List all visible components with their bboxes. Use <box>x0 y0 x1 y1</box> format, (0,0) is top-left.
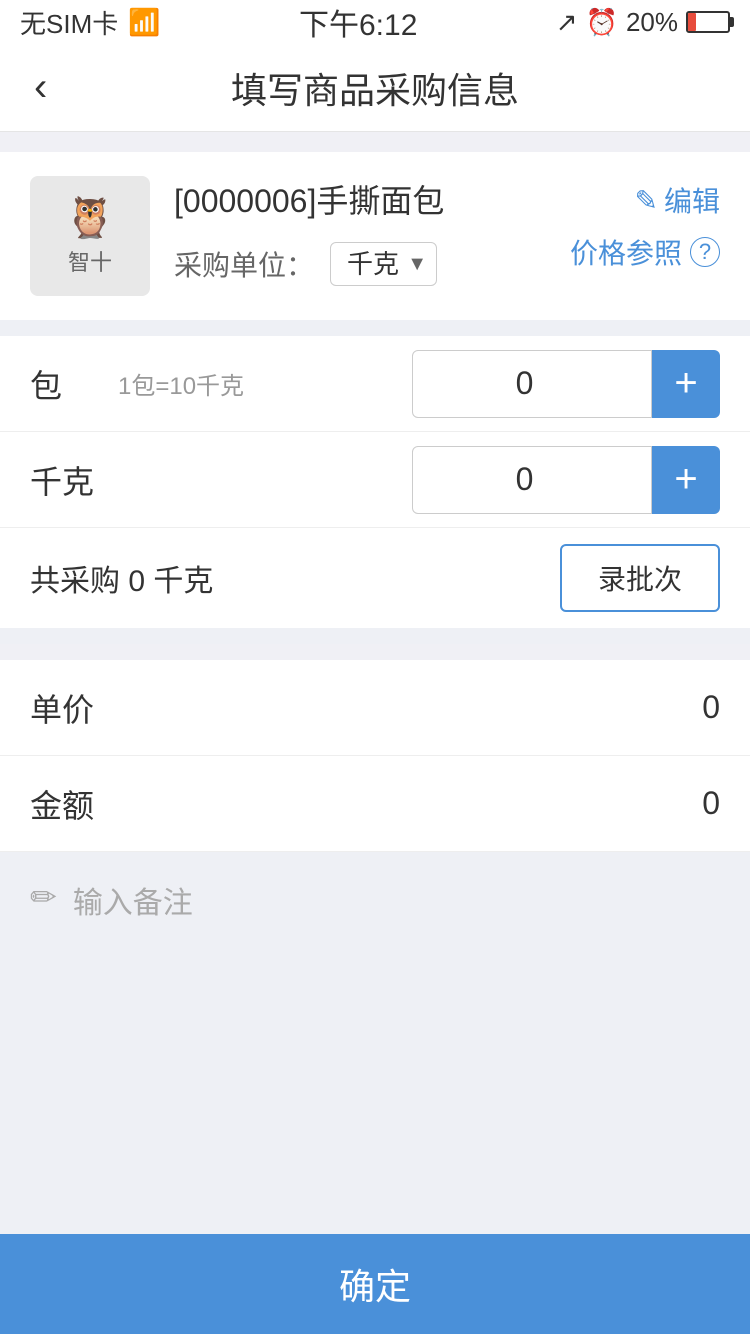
bag-plus-button[interactable]: + <box>652 350 720 418</box>
battery-icon <box>686 11 730 33</box>
unit-select-wrap[interactable]: 千克 包 ▼ <box>330 242 437 286</box>
bag-label: 包 <box>30 361 110 407</box>
unit-label: 采购单位： <box>174 244 314 284</box>
status-time: 下午6:12 <box>299 0 417 44</box>
product-logo-icon: 🦉 <box>65 194 115 241</box>
price-ref-label: 价格参照 <box>570 232 682 272</box>
batch-button[interactable]: 录批次 <box>560 544 720 612</box>
wifi-icon: 📶 <box>128 7 160 38</box>
location-icon: ↗ <box>556 7 578 38</box>
amount-value: 0 <box>702 785 720 822</box>
section-divider-1 <box>0 320 750 336</box>
edit-button[interactable]: ✎ 编辑 <box>635 180 720 220</box>
edit-label: 编辑 <box>664 180 720 220</box>
price-ref-help-icon: ? <box>690 237 720 267</box>
kg-plus-button[interactable]: + <box>652 446 720 514</box>
unit-price-row: 单价 0 <box>0 660 750 756</box>
back-button[interactable]: ‹ <box>24 55 57 120</box>
unit-price-label: 单价 <box>30 685 94 731</box>
price-section: 单价 0 金额 0 <box>0 660 750 852</box>
product-card: 🦉 智十 [0000006]手撕面包 采购单位： 千克 包 ▼ 价格参照 ? ✎… <box>0 152 750 320</box>
status-left: 无SIM卡 📶 <box>20 4 161 41</box>
product-image: 🦉 智十 <box>30 176 150 296</box>
pencil-icon: ✏ <box>30 878 57 916</box>
page-title: 填写商品采购信息 <box>231 62 519 114</box>
alarm-icon: ⏰ <box>586 7 618 38</box>
product-logo-text: 智十 <box>68 250 112 275</box>
amount-label: 金额 <box>30 781 94 827</box>
summary-text: 共采购 0 千克 <box>30 556 213 600</box>
bag-input-row: 包 1包=10千克 + <box>0 336 750 432</box>
price-ref-button[interactable]: 价格参照 ? <box>570 232 720 272</box>
unit-price-value: 0 <box>702 689 720 726</box>
kg-input-row: 千克 + <box>0 432 750 528</box>
status-bar: 无SIM卡 📶 下午6:12 ↗ ⏰ 20% <box>0 0 750 44</box>
amount-row: 金额 0 <box>0 756 750 852</box>
unit-select[interactable]: 千克 包 <box>330 242 437 286</box>
note-placeholder-text: 输入备注 <box>73 878 193 922</box>
bag-quantity-input[interactable] <box>412 350 652 418</box>
battery-percent: 20% <box>626 7 678 38</box>
bag-input-right: + <box>412 350 720 418</box>
kg-label: 千克 <box>30 457 110 503</box>
confirm-button[interactable]: 确定 <box>0 1234 750 1334</box>
carrier-text: 无SIM卡 <box>20 4 118 41</box>
kg-input-right: + <box>412 446 720 514</box>
content-spacer <box>0 972 750 1272</box>
note-section[interactable]: ✏ 输入备注 <box>0 852 750 972</box>
input-section: 包 1包=10千克 + 千克 + <box>0 336 750 528</box>
status-right: ↗ ⏰ 20% <box>556 7 730 38</box>
section-divider-2 <box>0 628 750 644</box>
edit-icon: ✎ <box>635 184 658 217</box>
kg-quantity-input[interactable] <box>412 446 652 514</box>
summary-row: 共采购 0 千克 录批次 <box>0 528 750 628</box>
nav-bar: ‹ 填写商品采购信息 <box>0 44 750 132</box>
bag-sub-label: 1包=10千克 <box>118 366 244 401</box>
